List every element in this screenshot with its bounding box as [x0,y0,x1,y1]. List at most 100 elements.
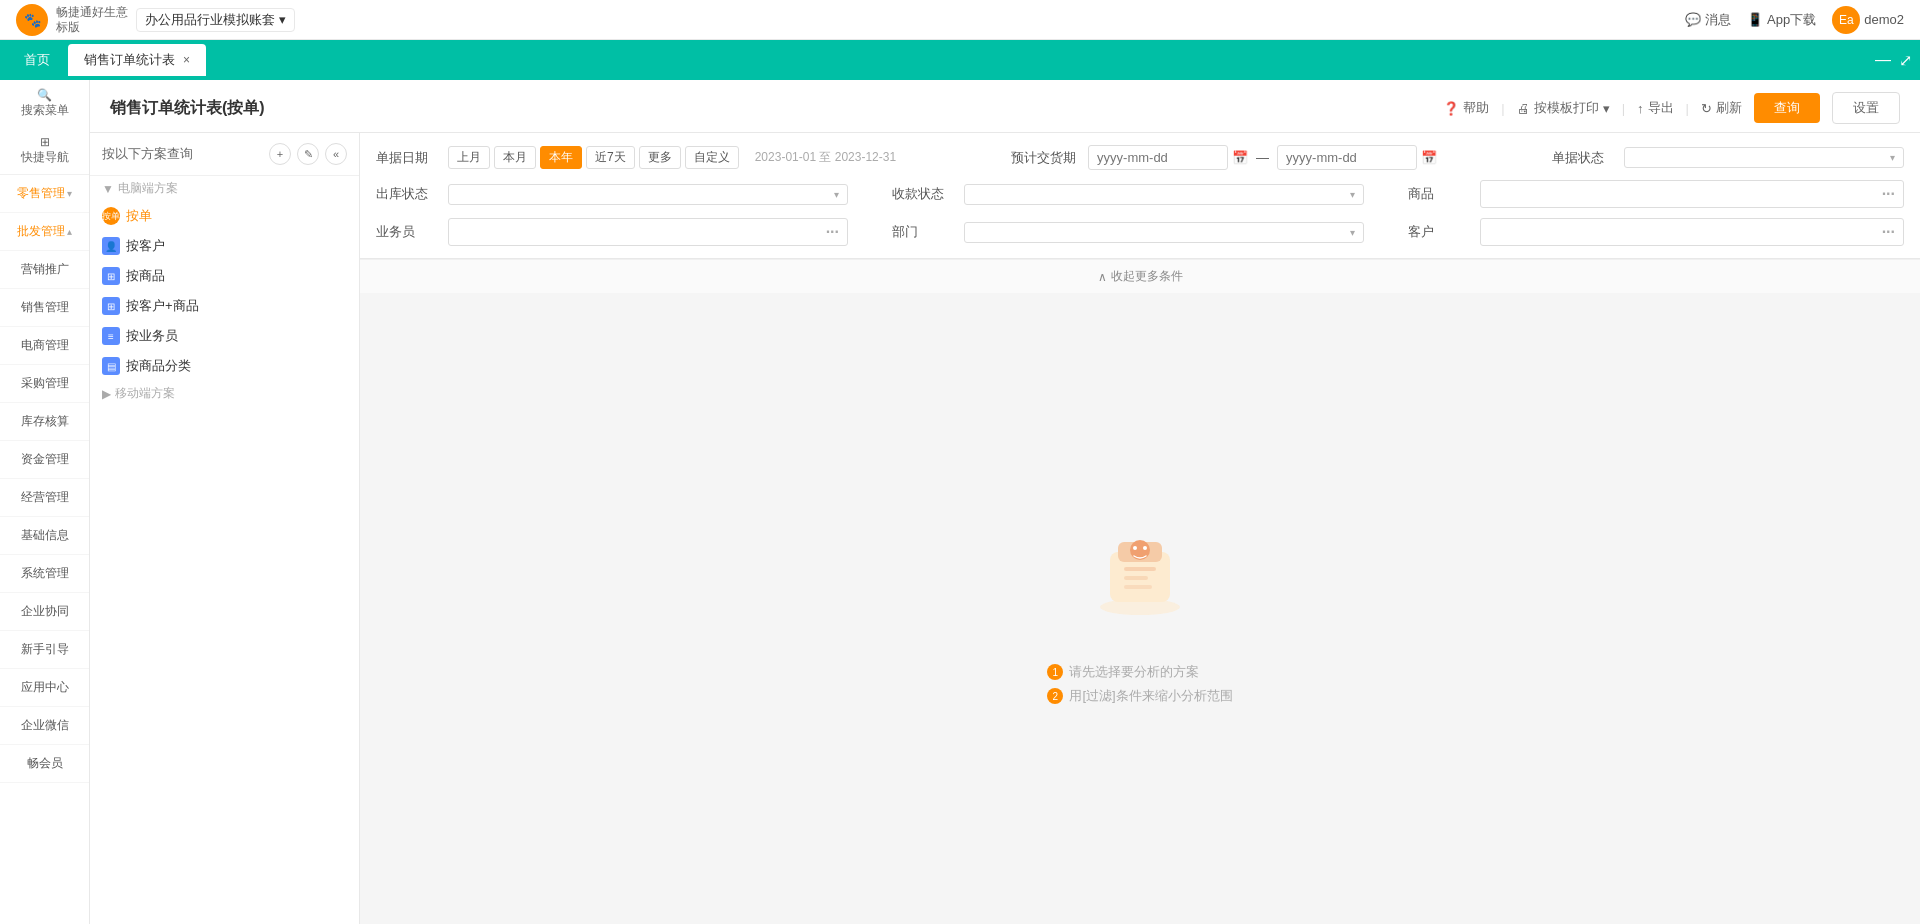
sidebar-item-basics[interactable]: 基础信息 [0,517,89,555]
svg-point-5 [1143,546,1147,550]
tree-collapse-icon: ▶ [102,387,111,401]
app-icon: 📱 [1747,12,1763,27]
tab-sales-order-summary[interactable]: 销售订单统计表 × [68,44,206,76]
customer-more-icon[interactable]: ··· [1882,223,1895,241]
scheme-by-product[interactable]: ⊞ 按商品 [90,261,359,291]
sidebar-item-weixin[interactable]: 企业微信 [0,707,89,745]
calendar-end-icon[interactable]: 📅 [1421,150,1437,165]
receipt-status-label: 收款状态 [892,185,952,203]
sidebar-item-operations[interactable]: 经营管理 [0,479,89,517]
scheme-icon-customer: 👤 [102,237,120,255]
export-button[interactable]: ↑ 导出 [1637,99,1674,117]
empty-tip-2: 2 用[过滤]条件来缩小分析范围 [1047,687,1232,705]
page-actions: ❓ 帮助 | 🖨 按模板打印 ▾ | ↑ 导出 | ↻ 刷新 [1443,92,1900,124]
page-title: 销售订单统计表(按单) [110,98,265,119]
svg-rect-6 [1124,567,1156,571]
sidebar: 🔍 搜索菜单 ⊞ 快捷导航 零售管理 ▾ 批发管理 ▴ 营销推广 销售管理 电商… [0,80,90,924]
expected-date-label: 预计交货期 [1011,149,1076,167]
sidebar-item-finance[interactable]: 资金管理 [0,441,89,479]
date-btn-more[interactable]: 更多 [639,146,681,169]
scheme-by-order[interactable]: 按单 按单 [90,201,359,231]
customer-select[interactable]: ··· [1480,218,1904,246]
expected-date-end-input[interactable] [1277,145,1417,170]
sidebar-item-retail[interactable]: 零售管理 ▾ [0,175,89,213]
sidebar-item-wholesale[interactable]: 批发管理 ▴ [0,213,89,251]
filter-row-date: 单据日期 上月 本月 本年 近7天 更多 自定义 2023-01-01 至 20… [376,145,1904,170]
svg-point-3 [1130,540,1150,560]
query-button[interactable]: 查询 [1754,93,1820,123]
date-btn-7days[interactable]: 近7天 [586,146,635,169]
sidebar-item-inventory[interactable]: 库存核算 [0,403,89,441]
customer-label: 客户 [1408,223,1468,241]
empty-tips: 1 请先选择要分析的方案 2 用[过滤]条件来缩小分析范围 [1047,663,1232,705]
sidebar-item-appcenter[interactable]: 应用中心 [0,669,89,707]
date-btn-this-year[interactable]: 本年 [540,146,582,169]
date-btn-custom[interactable]: 自定义 [685,146,739,169]
sidebar-item-system[interactable]: 系统管理 [0,555,89,593]
department-select[interactable]: ▾ [964,222,1364,243]
template-print-button[interactable]: 🖨 按模板打印 ▾ [1517,99,1610,117]
scheme-icon-order: 按单 [102,207,120,225]
out-status-select[interactable]: ▾ [448,184,848,205]
salesman-more-icon[interactable]: ··· [826,223,839,241]
sidebar-item-newuser[interactable]: 新手引导 [0,631,89,669]
page-header: 销售订单统计表(按单) ❓ 帮助 | 🖨 按模板打印 ▾ | ↑ 导出 | [90,80,1920,133]
salesman-select[interactable]: ··· [448,218,848,246]
collapse-panel-button[interactable]: « [325,143,347,165]
sidebar-quick-nav[interactable]: ⊞ 快捷导航 [0,127,89,175]
navtabs: 首页 销售订单统计表 × — ⤢ [0,40,1920,80]
tip-number-1: 1 [1047,664,1063,680]
chevron-down-icon: ▾ [67,188,72,199]
topbar: 🐾 畅捷通好生意 标版 办公用品行业模拟账套 ▾ 💬 消息 📱 App下载 Ea… [0,0,1920,40]
topbar-left: 🐾 畅捷通好生意 标版 办公用品行业模拟账套 ▾ [16,4,295,36]
refresh-button[interactable]: ↻ 刷新 [1701,99,1742,117]
date-range-text: 2023-01-01 至 2023-12-31 [755,149,896,166]
settings-button[interactable]: 设置 [1832,92,1900,124]
receipt-status-select[interactable]: ▾ [964,184,1364,205]
message-button[interactable]: 💬 消息 [1685,11,1731,29]
add-scheme-button[interactable]: + [269,143,291,165]
scheme-icon-salesman: ≡ [102,327,120,345]
user-profile[interactable]: Ea demo2 [1832,6,1904,34]
scheme-by-salesman[interactable]: ≡ 按业务员 [90,321,359,351]
expected-date-group: 📅 — 📅 [1088,145,1437,170]
search-icon: 🔍 [37,88,52,102]
tab-close-icon[interactable]: × [183,53,190,67]
app-download-button[interactable]: 📱 App下载 [1747,11,1816,29]
help-button[interactable]: ❓ 帮助 [1443,99,1489,117]
calendar-start-icon[interactable]: 📅 [1232,150,1248,165]
empty-state: 1 请先选择要分析的方案 2 用[过滤]条件来缩小分析范围 [360,293,1920,924]
maximize-button[interactable]: ⤢ [1899,51,1912,70]
sidebar-item-sales[interactable]: 销售管理 [0,289,89,327]
edit-scheme-button[interactable]: ✎ [297,143,319,165]
tab-home[interactable]: 首页 [8,44,66,76]
scheme-by-customer-product[interactable]: ⊞ 按客户+商品 [90,291,359,321]
product-more-icon[interactable]: ··· [1882,185,1895,203]
sidebar-item-membership[interactable]: 畅会员 [0,745,89,783]
status-select[interactable]: ▾ [1624,147,1904,168]
left-panel: 按以下方案查询 + ✎ « ▼ 电脑端方案 按单 按单 👤 [90,133,360,924]
date-btn-this-month[interactable]: 本月 [494,146,536,169]
collapse-bar[interactable]: ∧ 收起更多条件 [360,259,1920,293]
status-filter-label: 单据状态 [1552,149,1612,167]
scheme-by-customer[interactable]: 👤 按客户 [90,231,359,261]
sidebar-search[interactable]: 🔍 搜索菜单 [0,80,89,127]
date-btn-last-month[interactable]: 上月 [448,146,490,169]
company-selector[interactable]: 办公用品行业模拟账套 ▾ [136,8,295,32]
sidebar-item-marketing[interactable]: 营销推广 [0,251,89,289]
svg-point-4 [1133,546,1137,550]
chevron-down-icon: ▾ [1603,101,1610,116]
product-select[interactable]: ··· [1480,180,1904,208]
expected-date-start-input[interactable] [1088,145,1228,170]
minimize-button[interactable]: — [1875,51,1891,70]
sidebar-item-collaboration[interactable]: 企业协同 [0,593,89,631]
window-controls: — ⤢ [1875,51,1912,70]
message-icon: 💬 [1685,12,1701,27]
chevron-down-icon: ▾ [834,189,839,200]
empty-tip-1: 1 请先选择要分析的方案 [1047,663,1232,681]
scheme-by-product-category[interactable]: ▤ 按商品分类 [90,351,359,381]
sidebar-item-ecommerce[interactable]: 电商管理 [0,327,89,365]
sidebar-item-purchase[interactable]: 采购管理 [0,365,89,403]
scheme-icon-product: ⊞ [102,267,120,285]
filter-row-out-receipt: 出库状态 ▾ 收款状态 ▾ 商品 [376,180,1904,208]
